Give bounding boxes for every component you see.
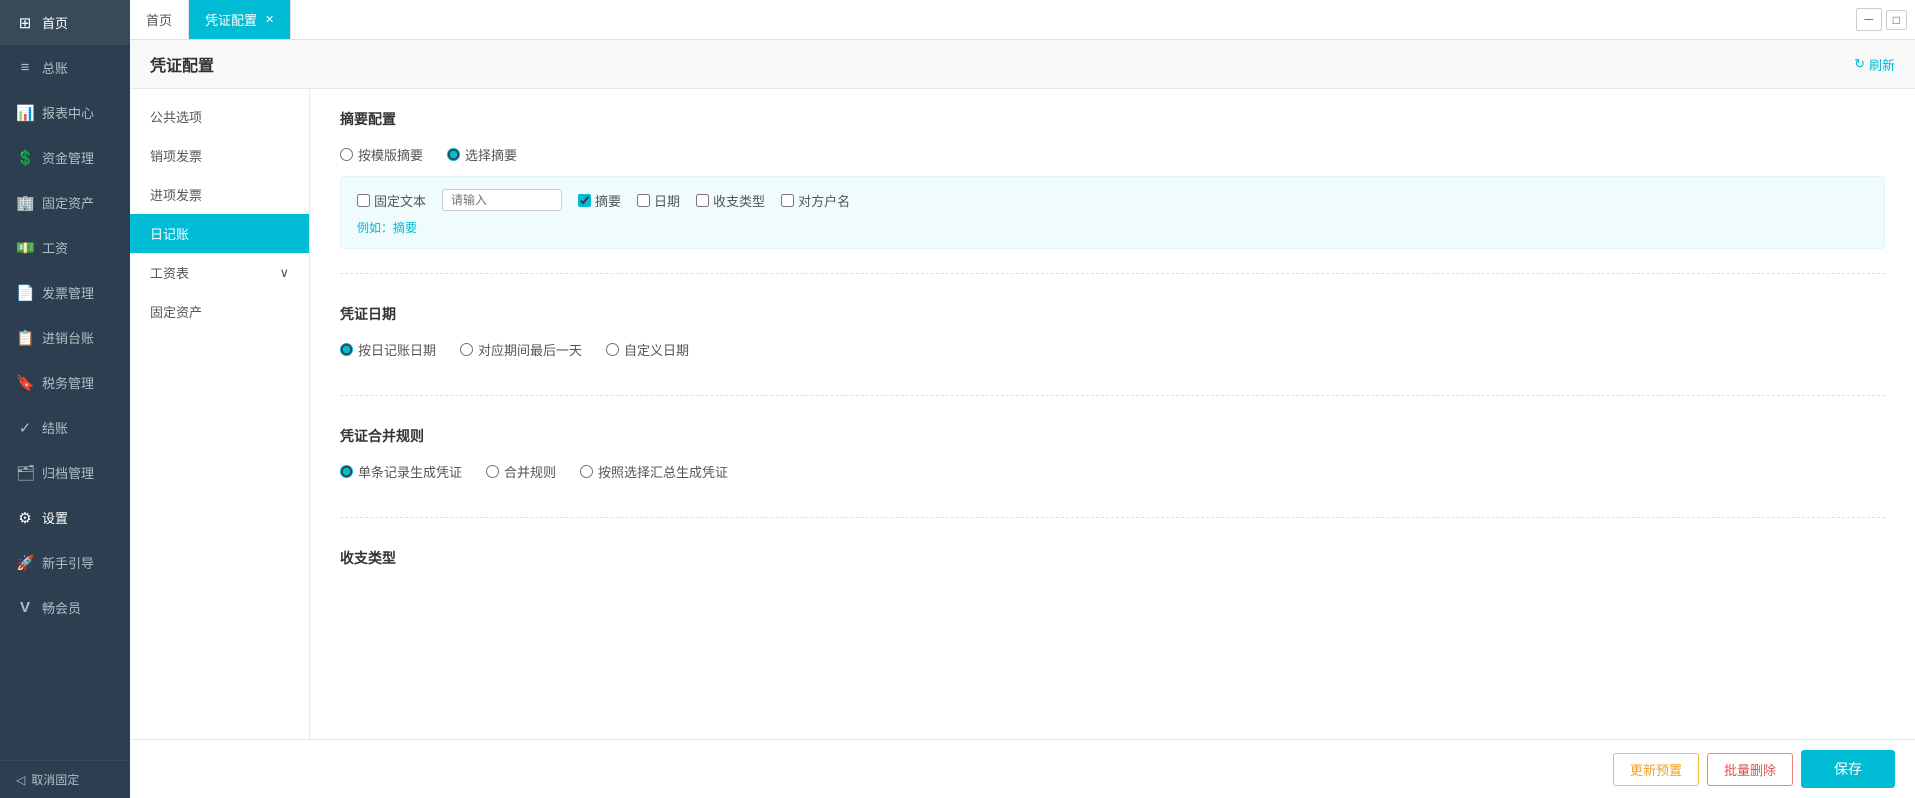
cb-income-type-input[interactable]	[696, 194, 709, 207]
refresh-button[interactable]: ↻ 刷新	[1854, 55, 1895, 74]
unpin-icon: ◁	[16, 773, 25, 787]
member-icon: V	[16, 599, 34, 616]
tab-controls: － □	[1856, 8, 1915, 31]
tab-close-icon[interactable]: ✕	[265, 13, 274, 26]
cb-counterpart-input[interactable]	[781, 194, 794, 207]
guide-icon: 🚀	[16, 554, 34, 572]
tax-icon: 🔖	[16, 374, 34, 392]
radio-template-input[interactable]	[340, 148, 353, 161]
unpin-button[interactable]: ◁ 取消固定	[0, 760, 130, 798]
radio-journal-date-input[interactable]	[340, 343, 353, 356]
radio-summary-voucher[interactable]: 按照选择汇总生成凭证	[580, 462, 728, 481]
page-header: 凭证配置 ↻ 刷新	[130, 40, 1915, 89]
sidebar-item-settings[interactable]: ⚙ 设置	[0, 495, 130, 540]
batch-delete-button[interactable]: 批量删除	[1707, 753, 1793, 786]
radio-select-summary[interactable]: 选择摘要	[447, 145, 517, 164]
summary-config-title: 摘要配置	[340, 109, 1885, 129]
summary-config-section: 摘要配置 按模版摘要 选择摘要 固定文本	[340, 109, 1885, 274]
sidebar-item-ledger[interactable]: ≡ 总账	[0, 45, 130, 90]
close-accounts-icon: ✓	[16, 419, 34, 437]
sidebar-item-sales[interactable]: 📋 进销台账	[0, 315, 130, 360]
nav-item-payroll-table[interactable]: 工资表 ∨	[130, 253, 309, 292]
fixed-text-input[interactable]	[442, 189, 562, 211]
voucher-date-section: 凭证日期 按日记账日期 对应期间最后一天 自定义日期	[340, 304, 1885, 396]
radio-select-input[interactable]	[447, 148, 460, 161]
assets-icon: 🏢	[16, 194, 34, 212]
content-area: 公共选项 销项发票 进项发票 日记账 工资表 ∨ 固定资产 摘要配置	[130, 89, 1915, 739]
cb-date[interactable]: 日期	[637, 191, 680, 210]
cb-summary-input[interactable]	[578, 194, 591, 207]
cb-summary[interactable]: 摘要	[578, 191, 621, 210]
cb-fixed-text[interactable]: 固定文本	[357, 191, 426, 210]
radio-last-day-input[interactable]	[460, 343, 473, 356]
nav-item-sales-invoice[interactable]: 销项发票	[130, 136, 309, 175]
left-nav: 公共选项 销项发票 进项发票 日记账 工资表 ∨ 固定资产	[130, 89, 310, 739]
sidebar-item-archive[interactable]: 🗂 归档管理	[0, 450, 130, 495]
summary-radio-group: 按模版摘要 选择摘要	[340, 145, 1885, 164]
nav-item-fixed-assets[interactable]: 固定资产	[130, 292, 309, 331]
invoice-icon: 📄	[16, 284, 34, 302]
radio-merge-input[interactable]	[486, 465, 499, 478]
merge-rules-title: 凭证合并规则	[340, 426, 1885, 446]
home-icon: ⊞	[16, 14, 34, 32]
bottom-bar: 更新预置 批量删除 保存	[130, 739, 1915, 798]
radio-single-record[interactable]: 单条记录生成凭证	[340, 462, 462, 481]
sidebar-item-guide[interactable]: 🚀 新手引导	[0, 540, 130, 585]
sidebar-item-funds[interactable]: 💲 资金管理	[0, 135, 130, 180]
sidebar-item-home[interactable]: ⊞ 首页	[0, 0, 130, 45]
cb-income-type[interactable]: 收支类型	[696, 191, 765, 210]
sidebar-item-tax[interactable]: 🔖 税务管理	[0, 360, 130, 405]
payroll-icon: 💵	[16, 239, 34, 257]
tab-home[interactable]: 首页	[130, 0, 189, 39]
merge-rules-radio-group: 单条记录生成凭证 合并规则 按照选择汇总生成凭证	[340, 462, 1885, 481]
sidebar-item-assets[interactable]: 🏢 固定资产	[0, 180, 130, 225]
checkbox-line: 固定文本 摘要 日期 收支类型	[357, 189, 1868, 211]
income-type-title: 收支类型	[340, 548, 1885, 568]
sidebar-item-close[interactable]: ✓ 结账	[0, 405, 130, 450]
page-title: 凭证配置	[150, 52, 214, 76]
radio-single-input[interactable]	[340, 465, 353, 478]
tab-maximize-button[interactable]: □	[1886, 10, 1907, 30]
voucher-date-radio-group: 按日记账日期 对应期间最后一天 自定义日期	[340, 340, 1885, 359]
radio-template-summary[interactable]: 按模版摘要	[340, 145, 423, 164]
radio-custom-date-input[interactable]	[606, 343, 619, 356]
nav-item-journal[interactable]: 日记账	[130, 214, 309, 253]
refresh-icon: ↻	[1854, 56, 1865, 72]
funds-icon: 💲	[16, 149, 34, 167]
sidebar-item-invoice[interactable]: 📄 发票管理	[0, 270, 130, 315]
income-type-section: 收支类型	[340, 548, 1885, 608]
radio-summary-input[interactable]	[580, 465, 593, 478]
sidebar-item-member[interactable]: V 畅会员	[0, 585, 130, 630]
checkbox-row: 固定文本 摘要 日期 收支类型	[340, 176, 1885, 249]
radio-merge[interactable]: 合并规则	[486, 462, 556, 481]
sidebar-item-payroll[interactable]: 💵 工资	[0, 225, 130, 270]
voucher-date-title: 凭证日期	[340, 304, 1885, 324]
ledger-icon: ≡	[16, 59, 34, 76]
report-icon: 📊	[16, 104, 34, 122]
cb-fixed-text-input[interactable]	[357, 194, 370, 207]
tab-voucher-config[interactable]: 凭证配置 ✕	[189, 0, 291, 39]
save-button[interactable]: 保存	[1801, 750, 1895, 788]
right-panel: 摘要配置 按模版摘要 选择摘要 固定文本	[310, 89, 1915, 739]
merge-rules-section: 凭证合并规则 单条记录生成凭证 合并规则 按照选择汇总生成凭证	[340, 426, 1885, 518]
cb-counterpart[interactable]: 对方户名	[781, 191, 850, 210]
tab-minimize-button[interactable]: －	[1856, 8, 1882, 31]
radio-custom-date[interactable]: 自定义日期	[606, 340, 689, 359]
sales-icon: 📋	[16, 329, 34, 347]
cb-date-input[interactable]	[637, 194, 650, 207]
main-area: 首页 凭证配置 ✕ － □ 凭证配置 ↻ 刷新 公共选项 销项发票 进	[130, 0, 1915, 798]
update-preset-button[interactable]: 更新预置	[1613, 753, 1699, 786]
tab-bar: 首页 凭证配置 ✕ － □	[130, 0, 1915, 40]
example-text: 例如：摘要	[357, 219, 1868, 236]
sidebar-item-report[interactable]: 📊 报表中心	[0, 90, 130, 135]
sidebar: ⊞ 首页 ≡ 总账 📊 报表中心 💲 资金管理 🏢 固定资产 💵 工资 📄 发票…	[0, 0, 130, 798]
chevron-down-icon: ∨	[279, 265, 289, 281]
radio-last-day[interactable]: 对应期间最后一天	[460, 340, 582, 359]
nav-item-public[interactable]: 公共选项	[130, 97, 309, 136]
nav-item-purchase-invoice[interactable]: 进项发票	[130, 175, 309, 214]
radio-journal-date[interactable]: 按日记账日期	[340, 340, 436, 359]
archive-icon: 🗂	[16, 464, 34, 482]
settings-icon: ⚙	[16, 509, 34, 527]
